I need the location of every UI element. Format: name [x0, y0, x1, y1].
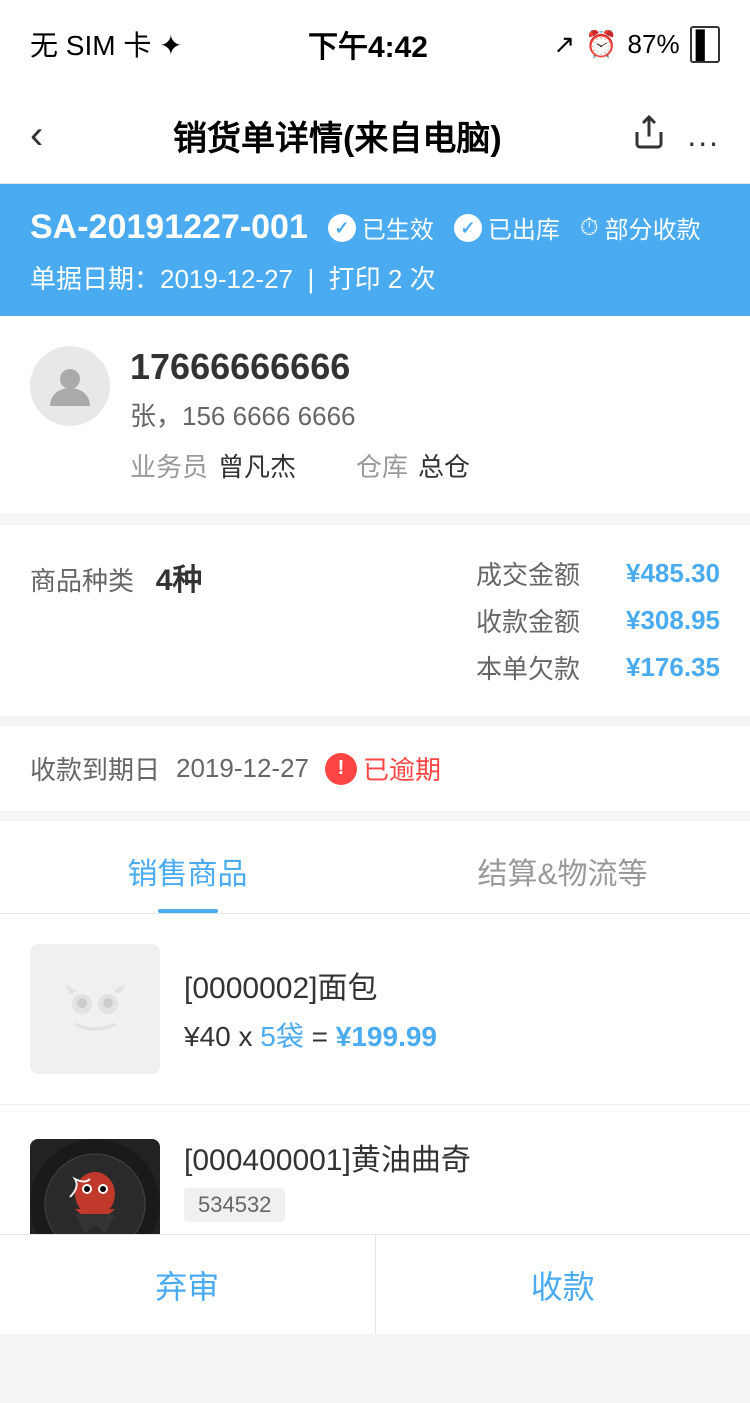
due-date-label: 收款到期日	[30, 750, 160, 787]
status-left: 无 SIM 卡 ✦	[30, 24, 183, 64]
status-right: ↗ ⏰ 87% ▌	[553, 26, 720, 63]
product-thumb-bread	[30, 944, 160, 1074]
trade-amount-row: 成交金额 ¥485.30	[476, 555, 720, 592]
battery-icon: ▌	[690, 26, 720, 63]
clock-icon	[580, 214, 599, 242]
product-name-cookie: [000400001]黄油曲奇	[184, 1135, 720, 1179]
product-unit-price-bread: ¥40	[184, 1021, 231, 1052]
customer-info: 17666666666 张，156 6666 6666 业务员 曾凡杰 仓库 总…	[130, 346, 720, 484]
status-badge-shipped: 已出库	[454, 210, 560, 245]
overdue-label: 已逾期	[363, 750, 441, 787]
order-id-row: SA-20191227-001 已生效 已出库 部分收款	[30, 208, 720, 247]
product-info-bread: [0000002]面包 ¥40 x 5袋 = ¥199.99	[184, 963, 720, 1055]
salesperson-label: 业务员	[130, 447, 208, 484]
page-title: 销货单详情(来自电脑)	[173, 111, 502, 160]
check-icon-2	[454, 213, 482, 242]
due-date-section: 收款到期日 2019-12-27 ! 已逾期	[0, 716, 750, 811]
sim-status: 无 SIM 卡 ✦	[30, 24, 183, 64]
order-id-text: SA-20191227-001	[30, 208, 308, 247]
product-types-stat: 商品种类 4种	[30, 555, 202, 599]
share-button[interactable]	[631, 114, 667, 158]
debt-amount-label: 本单欠款	[476, 649, 580, 686]
warehouse-meta: 仓库 总仓	[356, 447, 470, 484]
salesperson-value: 曾凡杰	[218, 447, 296, 484]
abandon-review-button[interactable]: 弃审	[0, 1235, 376, 1334]
tabs-section: 销售商品 结算&物流等	[0, 811, 750, 914]
salesperson-meta: 业务员 曾凡杰	[130, 447, 296, 484]
back-button[interactable]: ‹	[30, 113, 43, 158]
collected-amount-label: 收款金额	[476, 602, 580, 639]
warehouse-value: 总仓	[418, 447, 470, 484]
more-button[interactable]: ...	[687, 117, 720, 154]
order-date: 单据日期：2019-12-27 | 打印 2 次	[30, 259, 720, 296]
collected-amount-value: ¥308.95	[600, 605, 720, 636]
status-time: 下午4:42	[308, 22, 428, 66]
bottom-bar: 弃审 收款	[0, 1234, 750, 1334]
stats-section: 商品种类 4种 成交金额 ¥485.30 收款金额 ¥308.95 本单欠款 ¥…	[0, 515, 750, 716]
collected-amount-row: 收款金额 ¥308.95	[476, 602, 720, 639]
nav-actions: ...	[631, 114, 720, 158]
customer-avatar	[30, 346, 110, 426]
battery-level: 87%	[628, 29, 680, 60]
product-price-bread: ¥40 x 5袋 = ¥199.99	[184, 1015, 720, 1055]
trade-amount-label: 成交金额	[476, 555, 580, 592]
due-date-value: 2019-12-27	[176, 753, 309, 784]
customer-section: 17666666666 张，156 6666 6666 业务员 曾凡杰 仓库 总…	[0, 316, 750, 515]
trade-amount-value: ¥485.30	[600, 558, 720, 589]
financial-stats: 成交金额 ¥485.30 收款金额 ¥308.95 本单欠款 ¥176.35	[476, 555, 720, 686]
location-icon: ↗	[553, 29, 575, 60]
tabs: 销售商品 结算&物流等	[0, 821, 750, 913]
customer-meta: 业务员 曾凡杰 仓库 总仓	[130, 447, 720, 484]
tab-sales-products[interactable]: 销售商品	[0, 821, 375, 913]
customer-name-phone: 张，156 6666 6666	[130, 396, 720, 433]
overdue-icon: !	[325, 753, 357, 785]
warehouse-label: 仓库	[356, 447, 408, 484]
product-badge-cookie: 534532	[184, 1188, 285, 1222]
product-types-value: 4种	[156, 564, 203, 597]
status-badge-active: 已生效	[328, 210, 434, 245]
product-total-bread: ¥199.99	[336, 1021, 437, 1052]
debt-amount-value: ¥176.35	[600, 652, 720, 683]
collect-payment-button[interactable]: 收款	[376, 1235, 750, 1334]
product-types-label: 商品种类	[30, 566, 134, 596]
debt-amount-row: 本单欠款 ¥176.35	[476, 649, 720, 686]
tab-settlement-logistics[interactable]: 结算&物流等	[375, 821, 750, 913]
status-badge-partial: 部分收款	[580, 210, 701, 245]
product-qty-bread: 5袋	[260, 1021, 304, 1052]
product-item-bread: [0000002]面包 ¥40 x 5袋 = ¥199.99	[0, 914, 750, 1105]
check-icon	[328, 213, 356, 242]
alarm-icon: ⏰	[585, 29, 617, 60]
order-banner: SA-20191227-001 已生效 已出库 部分收款 单据日期：2019-1…	[0, 184, 750, 316]
customer-account-id: 17666666666	[130, 346, 720, 388]
nav-bar: ‹ 销货单详情(来自电脑) ...	[0, 88, 750, 184]
product-name-bread: [0000002]面包	[184, 963, 720, 1007]
status-bar: 无 SIM 卡 ✦ 下午4:42 ↗ ⏰ 87% ▌	[0, 0, 750, 88]
overdue-badge: ! 已逾期	[325, 750, 441, 787]
